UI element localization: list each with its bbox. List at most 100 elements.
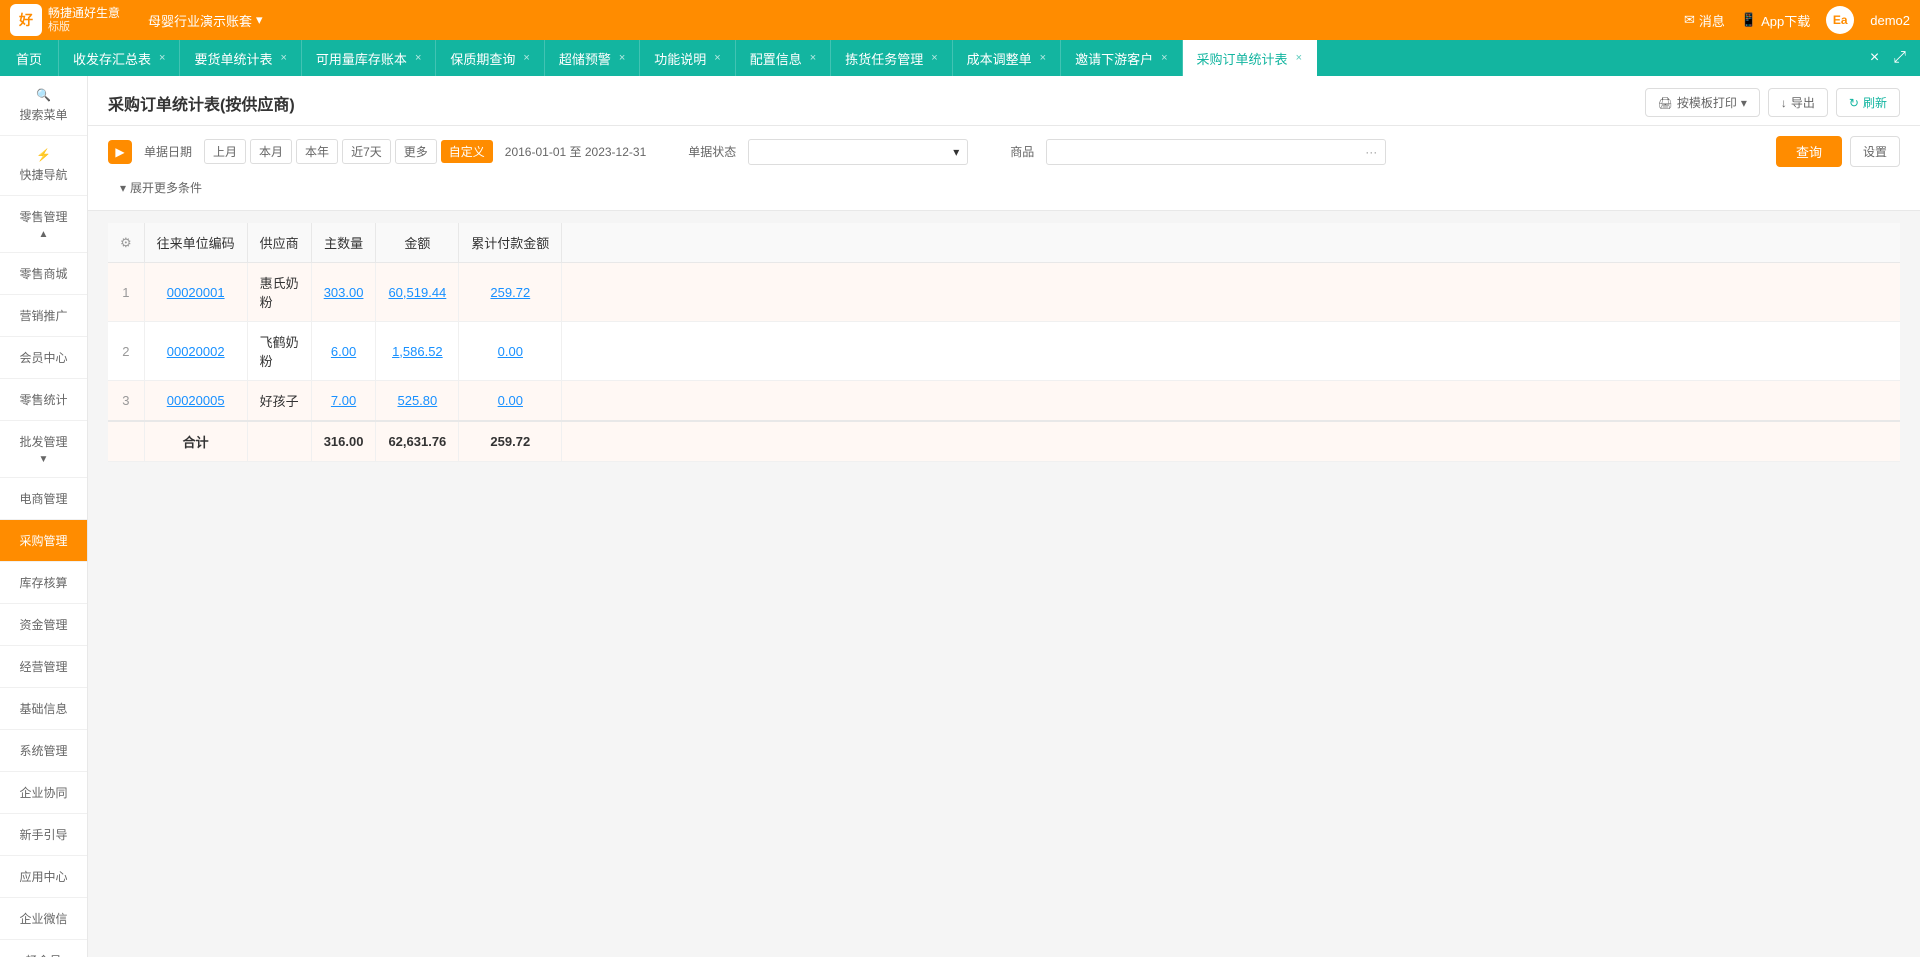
avatar[interactable]: Ea bbox=[1826, 6, 1854, 34]
sidebar-item-system[interactable]: 系统管理 bbox=[0, 730, 87, 772]
date-range-display: 2016-01-01 至 2023-12-31 bbox=[505, 143, 646, 160]
row-code[interactable]: 00020002 bbox=[144, 322, 247, 381]
row-supplier: 飞鹤奶粉 bbox=[247, 322, 311, 381]
tab-cost-adj[interactable]: 成本调整单 × bbox=[953, 40, 1061, 76]
date-btn-this-year[interactable]: 本年 bbox=[296, 139, 338, 164]
chevron-down-icon: ▼ bbox=[39, 454, 49, 465]
row-qty[interactable]: 303.00 bbox=[311, 263, 376, 322]
tab-home[interactable]: 首页 bbox=[0, 40, 59, 76]
row-qty[interactable]: 7.00 bbox=[311, 381, 376, 422]
message-button[interactable]: ✉ 消息 bbox=[1684, 11, 1725, 30]
row-amount[interactable]: 525.80 bbox=[376, 381, 459, 422]
sidebar-item-retail-shop[interactable]: 零售商城 bbox=[0, 253, 87, 295]
close-icon[interactable]: × bbox=[1040, 52, 1046, 64]
row-empty bbox=[562, 322, 1900, 381]
goods-filter-label: 商品 bbox=[1010, 143, 1034, 160]
row-paid[interactable]: 0.00 bbox=[459, 381, 562, 422]
tab-warranty[interactable]: 保质期查询 × bbox=[436, 40, 544, 76]
sidebar-item-retail-mgmt[interactable]: 零售管理 ▲ bbox=[0, 196, 87, 253]
sidebar-item-ecommerce[interactable]: 电商管理 bbox=[0, 478, 87, 520]
tab-purchase-stats[interactable]: 采购订单统计表 × bbox=[1183, 40, 1317, 76]
maximize-button[interactable]: ⤢ bbox=[1887, 47, 1912, 69]
row-amount[interactable]: 60,519.44 bbox=[376, 263, 459, 322]
date-btn-7days[interactable]: 近7天 bbox=[342, 139, 391, 164]
tab-config[interactable]: 配置信息 × bbox=[736, 40, 831, 76]
row-empty bbox=[562, 263, 1900, 322]
table-area: ⚙ 往来单位编码 供应商 主数量 金额 累计付款金额 1 00020001 惠氏… bbox=[88, 211, 1920, 957]
sidebar-item-ops[interactable]: 经营管理 bbox=[0, 646, 87, 688]
sidebar-item-quick-nav[interactable]: ⚡ 快捷导航 bbox=[0, 136, 87, 196]
chevron-down-icon: ▾ bbox=[120, 181, 126, 195]
nav-icon: ⚡ bbox=[36, 148, 51, 162]
close-icon[interactable]: × bbox=[1161, 52, 1167, 64]
setting-button[interactable]: 设置 bbox=[1850, 136, 1900, 167]
filter-row-2: ▾ 展开更多条件 bbox=[108, 175, 1900, 200]
sidebar-item-finance[interactable]: 资金管理 bbox=[0, 604, 87, 646]
tab-collect[interactable]: 收发存汇总表 × bbox=[59, 40, 180, 76]
date-btn-custom[interactable]: 自定义 bbox=[441, 140, 493, 163]
sidebar-item-retail-stats[interactable]: 零售统计 bbox=[0, 379, 87, 421]
row-amount[interactable]: 1,586.52 bbox=[376, 322, 459, 381]
table-row: 3 00020005 好孩子 7.00 525.80 0.00 bbox=[108, 381, 1900, 422]
row-empty bbox=[562, 381, 1900, 422]
tab-stock-book[interactable]: 可用量库存账本 × bbox=[302, 40, 436, 76]
table-footer-row: 合计 316.00 62,631.76 259.72 bbox=[108, 421, 1900, 462]
table-header-row: ⚙ 往来单位编码 供应商 主数量 金额 累计付款金额 bbox=[108, 223, 1900, 263]
sidebar-item-member[interactable]: 会员中心 bbox=[0, 337, 87, 379]
print-button[interactable]: 🖨 按模板打印 ▾ bbox=[1645, 88, 1760, 117]
row-code[interactable]: 00020005 bbox=[144, 381, 247, 422]
sidebar-item-app-center[interactable]: 应用中心 bbox=[0, 856, 87, 898]
close-icon[interactable]: × bbox=[810, 52, 816, 64]
sidebar-item-marketing[interactable]: 营销推广 bbox=[0, 295, 87, 337]
sidebar-item-search[interactable]: 🔍 搜索菜单 bbox=[0, 76, 87, 136]
date-btn-this-month[interactable]: 本月 bbox=[250, 139, 292, 164]
status-select[interactable]: ▾ bbox=[748, 139, 968, 165]
close-icon[interactable]: × bbox=[619, 52, 625, 64]
sidebar-item-newbie[interactable]: 新手引导 bbox=[0, 814, 87, 856]
sidebar-item-inventory[interactable]: 库存核算 bbox=[0, 562, 87, 604]
sidebar-item-basic[interactable]: 基础信息 bbox=[0, 688, 87, 730]
tab-invite[interactable]: 邀请下游客户 × bbox=[1061, 40, 1182, 76]
content-area: 采购订单统计表(按供应商) 🖨 按模板打印 ▾ ↓ 导出 ↻ 刷新 bbox=[88, 76, 1920, 957]
date-btn-more[interactable]: 更多 bbox=[395, 139, 437, 164]
close-icon[interactable]: × bbox=[159, 52, 165, 64]
search-button[interactable]: 查询 bbox=[1776, 136, 1842, 167]
close-icon[interactable]: × bbox=[714, 52, 720, 64]
username: demo2 bbox=[1870, 13, 1910, 28]
workspace-selector[interactable]: 母婴行业演示账套 ▾ bbox=[148, 11, 263, 30]
sidebar-item-purchase[interactable]: 采购管理 bbox=[0, 520, 87, 562]
close-icon[interactable]: × bbox=[415, 52, 421, 64]
close-all-tabs-button[interactable]: × bbox=[1864, 47, 1885, 69]
row-paid[interactable]: 259.72 bbox=[459, 263, 562, 322]
filter-toggle-button[interactable]: ▶ bbox=[108, 140, 132, 164]
row-qty[interactable]: 6.00 bbox=[311, 322, 376, 381]
tab-func-desc[interactable]: 功能说明 × bbox=[640, 40, 735, 76]
date-btn-last-month[interactable]: 上月 bbox=[204, 139, 246, 164]
export-button[interactable]: ↓ 导出 bbox=[1768, 88, 1828, 117]
tab-order-stats[interactable]: 要货单统计表 × bbox=[180, 40, 301, 76]
logo-area: 好 畅捷通好生意 标版 bbox=[10, 4, 120, 36]
sidebar-item-wholesale[interactable]: 批发管理 ▼ bbox=[0, 421, 87, 478]
close-icon[interactable]: × bbox=[523, 52, 529, 64]
close-icon[interactable]: × bbox=[280, 52, 286, 64]
row-code[interactable]: 00020001 bbox=[144, 263, 247, 322]
sidebar: 🔍 搜索菜单 ⚡ 快捷导航 零售管理 ▲ 零售商城 营销推广 会员中心 零售统计… bbox=[0, 76, 88, 957]
sidebar-item-member2[interactable]: 畅会员 bbox=[0, 940, 87, 957]
tab-overstock[interactable]: 超储预警 × bbox=[545, 40, 640, 76]
goods-input[interactable]: ··· bbox=[1046, 139, 1386, 165]
sidebar-item-collab[interactable]: 企业协同 bbox=[0, 772, 87, 814]
close-icon[interactable]: × bbox=[931, 52, 937, 64]
row-paid[interactable]: 0.00 bbox=[459, 322, 562, 381]
tab-pick-task[interactable]: 拣货任务管理 × bbox=[831, 40, 952, 76]
footer-empty-2 bbox=[562, 421, 1900, 462]
logo-icon: 好 bbox=[10, 4, 42, 36]
sidebar-item-wechat[interactable]: 企业微信 bbox=[0, 898, 87, 940]
expand-more-button[interactable]: ▾ 展开更多条件 bbox=[108, 175, 214, 200]
page-header: 采购订单统计表(按供应商) 🖨 按模板打印 ▾ ↓ 导出 ↻ 刷新 bbox=[88, 76, 1920, 126]
app-download-button[interactable]: 📱 App下载 bbox=[1741, 11, 1810, 30]
top-bar: 好 畅捷通好生意 标版 母婴行业演示账套 ▾ ✉ 消息 📱 App下载 Ea d… bbox=[0, 0, 1920, 40]
col-settings[interactable]: ⚙ bbox=[108, 223, 144, 263]
col-code: 往来单位编码 bbox=[144, 223, 247, 263]
refresh-button[interactable]: ↻ 刷新 bbox=[1836, 88, 1900, 117]
close-icon[interactable]: × bbox=[1296, 52, 1302, 64]
